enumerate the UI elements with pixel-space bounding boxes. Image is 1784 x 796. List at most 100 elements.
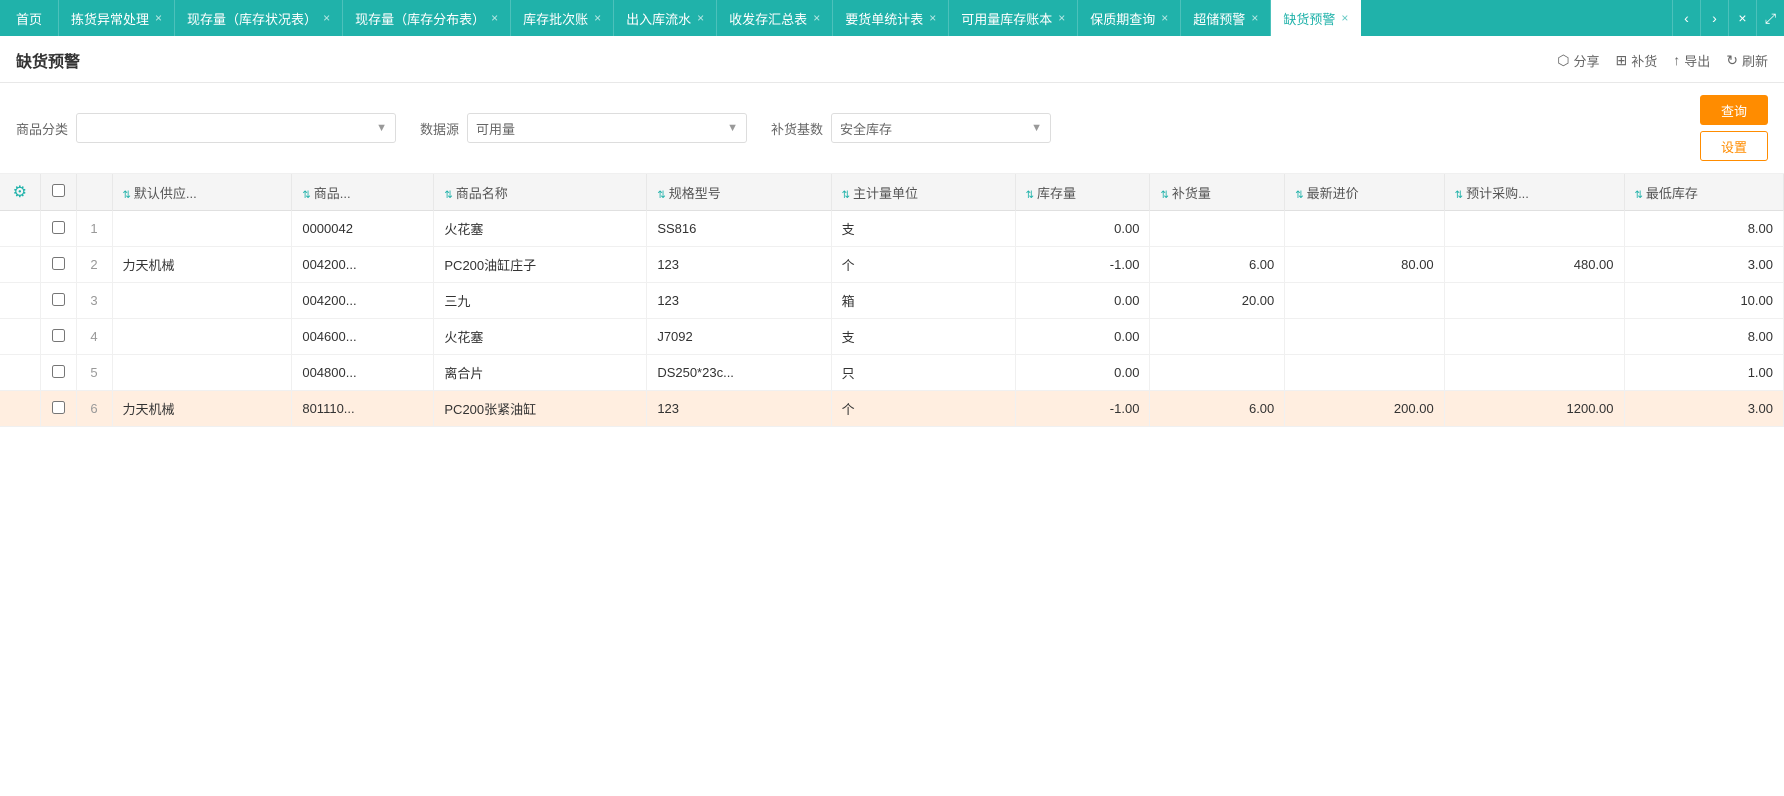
tab-overstock[interactable]: 超储预警 × [1181, 0, 1271, 36]
row-latest-price [1285, 319, 1444, 355]
datasource-select[interactable]: 可用量 ▼ [467, 113, 747, 143]
table-row[interactable]: 6 力天机械 801110... PC200张紧油缸 123 个 -1.00 6… [0, 391, 1784, 427]
row-replenish: 6.00 [1150, 247, 1285, 283]
query-button[interactable]: 查询 [1700, 95, 1768, 125]
table-row[interactable]: 1 0000042 火花塞 SS816 支 0.00 8.00 [0, 211, 1784, 247]
close-flow-tab[interactable]: × [697, 11, 704, 25]
row-checkbox[interactable] [52, 365, 65, 378]
row-min-stock: 1.00 [1624, 355, 1783, 391]
tab-shortage[interactable]: 缺货预警 × [1271, 0, 1361, 36]
col-replenish-header: ⇅补货量 [1150, 174, 1285, 211]
row-number: 6 [76, 391, 112, 427]
row-spec: SS816 [647, 211, 831, 247]
row-name: 三九 [434, 283, 647, 319]
table-row[interactable]: 5 004800... 离合片 DS250*23c... 只 0.00 1.00 [0, 355, 1784, 391]
row-number: 3 [76, 283, 112, 319]
filter-actions: 查询 设置 [1700, 95, 1768, 161]
tab-flow[interactable]: 出入库流水 × [614, 0, 717, 36]
row-est-purchase [1444, 283, 1624, 319]
table-row[interactable]: 4 004600... 火花塞 J7092 支 0.00 8.00 [0, 319, 1784, 355]
row-unit: 个 [831, 247, 1015, 283]
category-arrow-icon: ▼ [376, 122, 387, 134]
row-name: 火花塞 [434, 319, 647, 355]
row-spec: J7092 [647, 319, 831, 355]
tab-close-all-btn[interactable]: × [1728, 0, 1756, 36]
category-select[interactable]: ▼ [76, 113, 396, 143]
row-replenish: 6.00 [1150, 391, 1285, 427]
close-stock-dist-tab[interactable]: × [491, 11, 498, 25]
row-replenish [1150, 211, 1285, 247]
row-sku: 0000042 [292, 211, 434, 247]
close-shortage-tab[interactable]: × [1341, 11, 1348, 25]
tab-stock-status[interactable]: 现存量（库存状况表） × [175, 0, 343, 36]
row-sku: 004200... [292, 283, 434, 319]
row-unit: 支 [831, 211, 1015, 247]
row-est-purchase [1444, 211, 1624, 247]
row-sku: 004800... [292, 355, 434, 391]
tab-batch[interactable]: 库存批次账 × [511, 0, 614, 36]
close-available-tab[interactable]: × [1058, 11, 1065, 25]
sku-sort-icon: ⇅ [302, 190, 310, 201]
replenish-base-select[interactable]: 安全库存 ▼ [831, 113, 1051, 143]
tab-collect[interactable]: 收发存汇总表 × [717, 0, 833, 36]
row-gear-cell [0, 391, 40, 427]
tab-prev-btn[interactable]: ‹ [1672, 0, 1700, 36]
tab-next-btn[interactable]: › [1700, 0, 1728, 36]
row-min-stock: 8.00 [1624, 211, 1783, 247]
table-row[interactable]: 2 力天机械 004200... PC200油缸庄子 123 个 -1.00 6… [0, 247, 1784, 283]
tab-stock-dist[interactable]: 现存量（库存分布表） × [343, 0, 511, 36]
col-checkbox-header [40, 174, 76, 211]
tab-demand[interactable]: 要货单统计表 × [833, 0, 949, 36]
row-supplier: 力天机械 [112, 247, 292, 283]
close-demand-tab[interactable]: × [929, 11, 936, 25]
select-all-checkbox[interactable] [52, 184, 65, 197]
row-replenish [1150, 319, 1285, 355]
latest-price-sort-icon: ⇅ [1295, 190, 1303, 201]
tab-exception[interactable]: 拣货异常处理 × [59, 0, 175, 36]
export-button[interactable]: ↑ 导出 [1673, 51, 1710, 70]
row-latest-price: 80.00 [1285, 247, 1444, 283]
replenish-icon: ⊞ [1615, 52, 1627, 69]
close-exception-tab[interactable]: × [155, 11, 162, 25]
row-latest-price [1285, 355, 1444, 391]
gear-settings-icon[interactable]: ⚙ [13, 184, 27, 201]
table-row[interactable]: 3 004200... 三九 123 箱 0.00 20.00 10.00 [0, 283, 1784, 319]
row-min-stock: 3.00 [1624, 391, 1783, 427]
row-checkbox-cell [40, 355, 76, 391]
col-min-stock-header: ⇅最低库存 [1624, 174, 1783, 211]
close-collect-tab[interactable]: × [813, 11, 820, 25]
settings-button[interactable]: 设置 [1700, 131, 1768, 161]
row-unit: 个 [831, 391, 1015, 427]
row-checkbox[interactable] [52, 293, 65, 306]
row-supplier [112, 211, 292, 247]
row-latest-price [1285, 211, 1444, 247]
tab-available[interactable]: 可用量库存账本 × [949, 0, 1078, 36]
close-batch-tab[interactable]: × [594, 11, 601, 25]
row-checkbox[interactable] [52, 257, 65, 270]
close-expiry-tab[interactable]: × [1161, 11, 1168, 25]
table-header: ⚙ ⇅默认供应... ⇅商品... ⇅商品名称 [0, 174, 1784, 211]
share-button[interactable]: ⬡ 分享 [1557, 51, 1599, 70]
spec-sort-icon: ⇅ [657, 190, 665, 201]
row-stock: 0.00 [1015, 283, 1150, 319]
stock-sort-icon: ⇅ [1026, 190, 1034, 201]
row-sku: 004600... [292, 319, 434, 355]
row-number: 2 [76, 247, 112, 283]
close-overstock-tab[interactable]: × [1251, 11, 1258, 25]
refresh-button[interactable]: ↻ 刷新 [1726, 51, 1768, 70]
row-checkbox[interactable] [52, 221, 65, 234]
row-spec: 123 [647, 283, 831, 319]
tab-maximize-btn[interactable]: ⤢ [1756, 0, 1784, 36]
tab-home[interactable]: 首页 [0, 0, 59, 36]
row-checkbox[interactable] [52, 401, 65, 414]
row-checkbox[interactable] [52, 329, 65, 342]
close-stock-status-tab[interactable]: × [323, 11, 330, 25]
replenish-button[interactable]: ⊞ 补货 [1615, 51, 1657, 70]
row-stock: 0.00 [1015, 319, 1150, 355]
row-spec: DS250*23c... [647, 355, 831, 391]
table-body: 1 0000042 火花塞 SS816 支 0.00 8.00 2 力天机械 0… [0, 211, 1784, 427]
row-gear-cell [0, 319, 40, 355]
replenish-base-arrow-icon: ▼ [1031, 122, 1042, 134]
tab-expiry[interactable]: 保质期查询 × [1078, 0, 1181, 36]
row-number: 1 [76, 211, 112, 247]
